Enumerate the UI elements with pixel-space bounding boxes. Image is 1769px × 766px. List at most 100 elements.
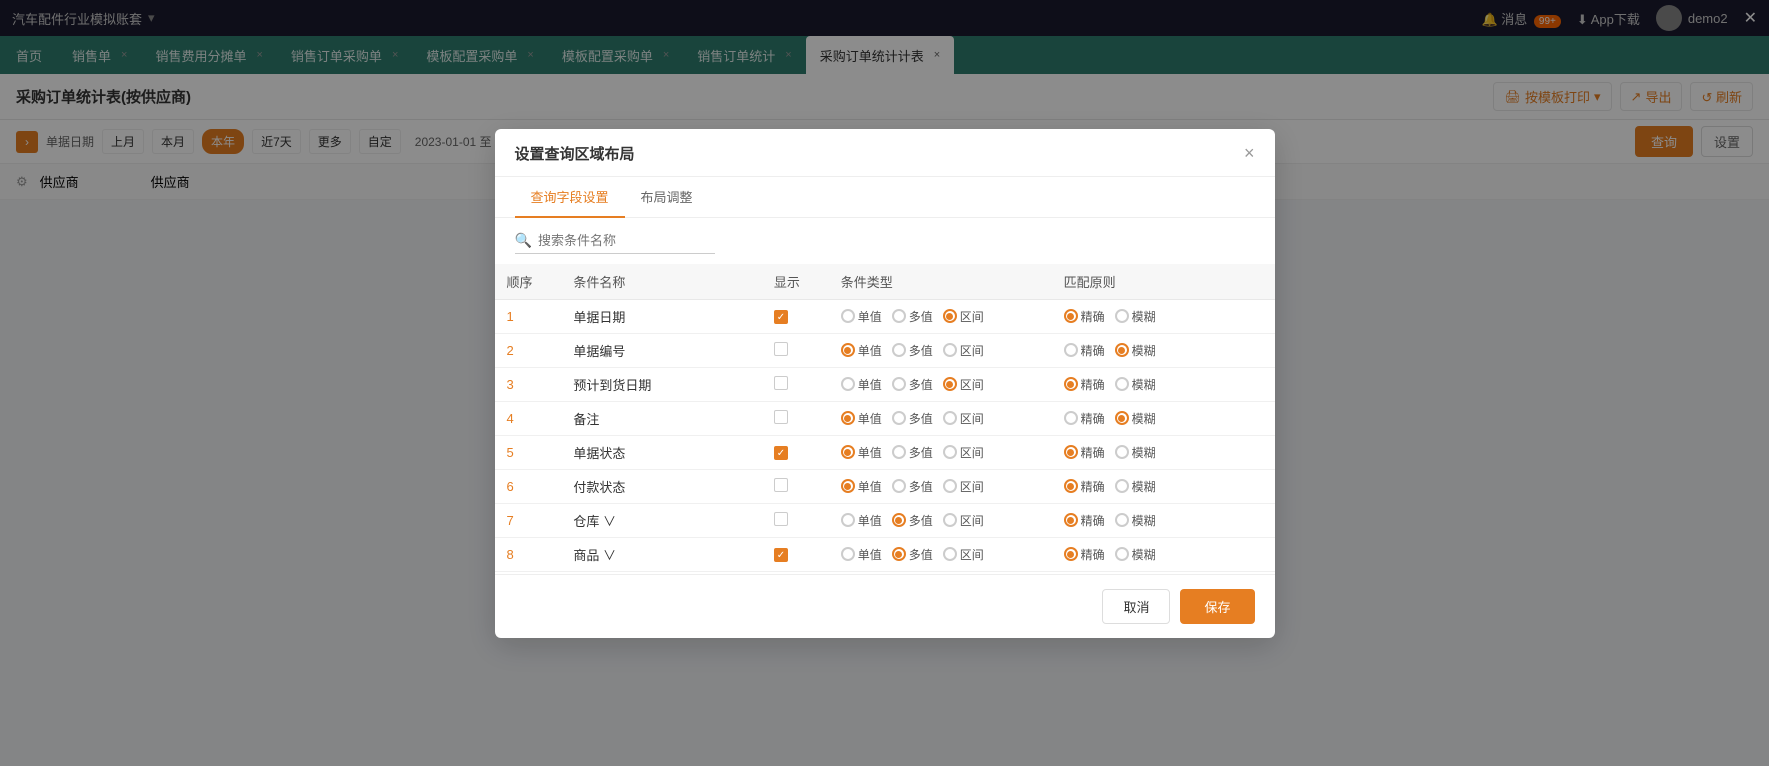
cell-show[interactable] (762, 469, 829, 503)
match-fuzzy-radio[interactable] (1115, 513, 1129, 527)
match-precise-option[interactable]: 精确 (1064, 478, 1105, 495)
cell-show[interactable] (762, 401, 829, 435)
type-range-option[interactable]: 区间 (943, 308, 984, 325)
match-fuzzy-radio[interactable] (1115, 411, 1129, 425)
match-precise-radio[interactable] (1064, 513, 1078, 527)
match-fuzzy-radio[interactable] (1115, 343, 1129, 357)
search-input[interactable] (538, 233, 698, 248)
match-fuzzy-option[interactable]: 模糊 (1115, 512, 1156, 529)
cell-show[interactable] (762, 333, 829, 367)
type-multi-radio[interactable] (892, 411, 906, 425)
match-fuzzy-radio[interactable] (1115, 309, 1129, 323)
type-multi-radio[interactable] (892, 513, 906, 527)
cell-show[interactable] (762, 367, 829, 401)
type-range-radio[interactable] (943, 479, 957, 493)
type-single-option[interactable]: 单值 (841, 478, 882, 495)
match-precise-option[interactable]: 精确 (1064, 512, 1105, 529)
match-precise-option[interactable]: 精确 (1064, 376, 1105, 393)
match-precise-radio[interactable] (1064, 411, 1078, 425)
type-single-radio[interactable] (841, 343, 855, 357)
type-single-radio[interactable] (841, 513, 855, 527)
type-multi-option[interactable]: 多值 (892, 342, 933, 359)
type-single-option[interactable]: 单值 (841, 342, 882, 359)
type-range-option[interactable]: 区间 (943, 410, 984, 427)
type-single-radio[interactable] (841, 309, 855, 323)
match-precise-radio[interactable] (1064, 343, 1078, 357)
type-range-radio[interactable] (943, 411, 957, 425)
match-precise-option[interactable]: 精确 (1064, 546, 1105, 563)
type-range-option[interactable]: 区间 (943, 342, 984, 359)
type-single-option[interactable]: 单值 (841, 376, 882, 393)
match-fuzzy-option[interactable]: 模糊 (1115, 308, 1156, 325)
match-precise-radio[interactable] (1064, 479, 1078, 493)
match-precise-radio[interactable] (1064, 445, 1078, 459)
dialog-close-button[interactable]: × (1244, 144, 1255, 162)
match-fuzzy-radio[interactable] (1115, 479, 1129, 493)
tab-query-fields[interactable]: 查询字段设置 (515, 177, 625, 218)
type-single-radio[interactable] (841, 479, 855, 493)
show-checkbox[interactable] (774, 512, 788, 526)
type-range-radio[interactable] (943, 445, 957, 459)
show-checkbox[interactable] (774, 548, 788, 562)
tab-layout-adjust[interactable]: 布局调整 (625, 177, 709, 218)
cell-show[interactable] (762, 435, 829, 469)
type-multi-radio[interactable] (892, 479, 906, 493)
type-single-option[interactable]: 单值 (841, 512, 882, 529)
show-checkbox[interactable] (774, 342, 788, 356)
type-multi-radio[interactable] (892, 547, 906, 561)
type-single-radio[interactable] (841, 377, 855, 391)
match-precise-option[interactable]: 精确 (1064, 342, 1105, 359)
type-multi-option[interactable]: 多值 (892, 444, 933, 461)
show-checkbox[interactable] (774, 446, 788, 460)
type-range-radio[interactable] (943, 513, 957, 527)
type-multi-option[interactable]: 多值 (892, 478, 933, 495)
type-multi-option[interactable]: 多值 (892, 376, 933, 393)
type-range-option[interactable]: 区间 (943, 376, 984, 393)
match-precise-option[interactable]: 精确 (1064, 410, 1105, 427)
match-fuzzy-radio[interactable] (1115, 547, 1129, 561)
type-range-option[interactable]: 区间 (943, 444, 984, 461)
type-single-radio[interactable] (841, 445, 855, 459)
cell-show[interactable] (762, 299, 829, 333)
show-checkbox[interactable] (774, 478, 788, 492)
save-button[interactable]: 保存 (1180, 589, 1254, 624)
match-fuzzy-option[interactable]: 模糊 (1115, 342, 1156, 359)
match-fuzzy-radio[interactable] (1115, 445, 1129, 459)
match-precise-option[interactable]: 精确 (1064, 308, 1105, 325)
type-multi-option[interactable]: 多值 (892, 410, 933, 427)
type-single-option[interactable]: 单值 (841, 444, 882, 461)
type-multi-option[interactable]: 多值 (892, 308, 933, 325)
type-single-option[interactable]: 单值 (841, 308, 882, 325)
type-range-option[interactable]: 区间 (943, 478, 984, 495)
match-fuzzy-option[interactable]: 模糊 (1115, 546, 1156, 563)
type-range-radio[interactable] (943, 309, 957, 323)
type-multi-radio[interactable] (892, 377, 906, 391)
match-fuzzy-option[interactable]: 模糊 (1115, 478, 1156, 495)
match-precise-option[interactable]: 精确 (1064, 444, 1105, 461)
match-fuzzy-radio[interactable] (1115, 377, 1129, 391)
match-fuzzy-option[interactable]: 模糊 (1115, 376, 1156, 393)
type-single-option[interactable]: 单值 (841, 546, 882, 563)
match-precise-radio[interactable] (1064, 309, 1078, 323)
type-range-option[interactable]: 区间 (943, 512, 984, 529)
type-range-option[interactable]: 区间 (943, 546, 984, 563)
type-single-radio[interactable] (841, 547, 855, 561)
type-multi-option[interactable]: 多值 (892, 546, 933, 563)
type-range-radio[interactable] (943, 547, 957, 561)
type-range-radio[interactable] (943, 343, 957, 357)
show-checkbox[interactable] (774, 376, 788, 390)
type-multi-radio[interactable] (892, 445, 906, 459)
match-precise-radio[interactable] (1064, 547, 1078, 561)
match-precise-radio[interactable] (1064, 377, 1078, 391)
type-single-option[interactable]: 单值 (841, 410, 882, 427)
cell-show[interactable] (762, 537, 829, 571)
type-single-radio[interactable] (841, 411, 855, 425)
cancel-button[interactable]: 取消 (1102, 589, 1170, 624)
match-fuzzy-option[interactable]: 模糊 (1115, 444, 1156, 461)
type-multi-option[interactable]: 多值 (892, 512, 933, 529)
type-multi-radio[interactable] (892, 309, 906, 323)
match-fuzzy-option[interactable]: 模糊 (1115, 410, 1156, 427)
type-range-radio[interactable] (943, 377, 957, 391)
show-checkbox[interactable] (774, 410, 788, 424)
type-multi-radio[interactable] (892, 343, 906, 357)
